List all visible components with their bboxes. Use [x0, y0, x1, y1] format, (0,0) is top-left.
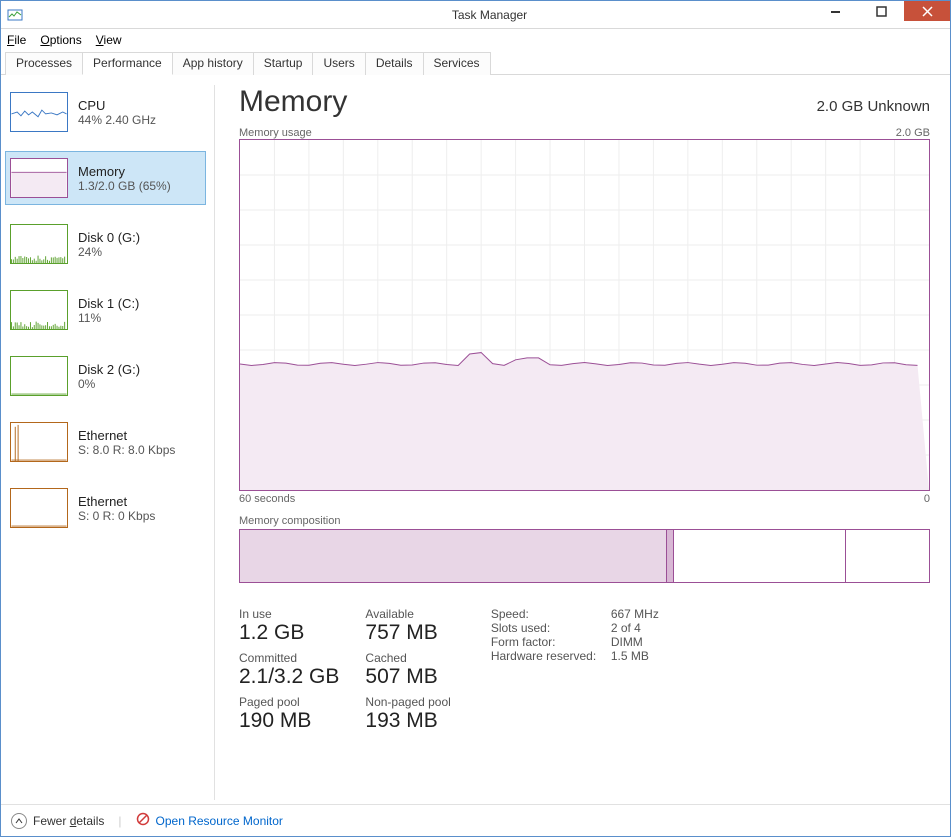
sidebar-item-name: Ethernet [78, 494, 155, 509]
menu-view[interactable]: View [96, 33, 122, 47]
separator: | [118, 814, 121, 828]
stats-block: In use 1.2 GB Available 757 MB Committed… [239, 607, 451, 733]
app-icon [7, 7, 23, 23]
committed-value: 2.1/3.2 GB [239, 665, 339, 689]
thumbnail-chart [10, 158, 68, 198]
maximize-button[interactable] [858, 1, 904, 21]
thumbnail-chart [10, 290, 68, 330]
sidebar-item-name: Disk 1 (C:) [78, 296, 139, 311]
hw-key: Hardware reserved: [491, 649, 611, 663]
sidebar: CPU 44% 2.40 GHz Memory 1.3/2.0 GB (65%)… [5, 85, 215, 800]
sidebar-item-sub: 11% [78, 311, 139, 325]
tab-services[interactable]: Services [423, 52, 491, 75]
close-button[interactable] [904, 1, 950, 21]
sidebar-item-disk-1-c-[interactable]: Disk 1 (C:) 11% [5, 283, 206, 337]
in-use-label: In use [239, 607, 339, 621]
menu-file[interactable]: File [7, 33, 26, 47]
chart-axis-left: 60 seconds [239, 493, 295, 505]
tab-performance[interactable]: Performance [82, 52, 173, 75]
sidebar-item-name: Disk 2 (G:) [78, 362, 140, 377]
chart-label-left: Memory usage [239, 127, 312, 139]
tab-startup[interactable]: Startup [253, 52, 314, 75]
sidebar-item-disk-0-g-[interactable]: Disk 0 (G:) 24% [5, 217, 206, 271]
resource-monitor-label: Open Resource Monitor [156, 814, 283, 828]
sidebar-item-name: Ethernet [78, 428, 175, 443]
composition-segment-free [846, 530, 929, 582]
slots-key: Slots used: [491, 621, 611, 635]
committed-label: Committed [239, 651, 339, 665]
thumbnail-chart [10, 356, 68, 396]
chart-axis-right: 0 [924, 493, 930, 505]
nonpaged-label: Non-paged pool [365, 695, 450, 709]
tab-processes[interactable]: Processes [5, 52, 83, 75]
composition-segment-modified [667, 530, 674, 582]
thumbnail-chart [10, 92, 68, 132]
tab-bar: ProcessesPerformanceApp historyStartupUs… [1, 51, 950, 75]
sidebar-item-sub: 24% [78, 245, 140, 259]
composition-segment-in_use [240, 530, 667, 582]
tab-details[interactable]: Details [365, 52, 424, 75]
composition-segment-standby [674, 530, 846, 582]
tab-users[interactable]: Users [312, 52, 365, 75]
title-bar: Task Manager [1, 1, 950, 29]
speed-key: Speed: [491, 607, 611, 621]
available-value: 757 MB [365, 621, 450, 645]
sidebar-item-sub: S: 8.0 R: 8.0 Kbps [78, 443, 175, 457]
menu-bar: File Options View [1, 29, 950, 51]
sidebar-item-name: Memory [78, 164, 171, 179]
sidebar-item-ethernet[interactable]: Ethernet S: 0 R: 0 Kbps [5, 481, 206, 535]
resource-monitor-icon [136, 812, 150, 829]
sidebar-item-cpu[interactable]: CPU 44% 2.40 GHz [5, 85, 206, 139]
meta-block: Speed:667 MHz Slots used:2 of 4 Form fac… [491, 607, 659, 733]
minimize-button[interactable] [812, 1, 858, 21]
sidebar-item-sub: 1.3/2.0 GB (65%) [78, 179, 171, 193]
thumbnail-chart [10, 488, 68, 528]
sidebar-item-sub: 0% [78, 377, 140, 391]
sidebar-item-name: CPU [78, 98, 156, 113]
nonpaged-value: 193 MB [365, 709, 450, 733]
main-panel: Memory 2.0 GB Unknown Memory usage 2.0 G… [215, 85, 940, 800]
cached-label: Cached [365, 651, 450, 665]
thumbnail-chart [10, 224, 68, 264]
fewer-details-button[interactable]: Fewer details [11, 813, 104, 829]
slots-val: 2 of 4 [611, 621, 641, 635]
speed-val: 667 MHz [611, 607, 659, 621]
form-key: Form factor: [491, 635, 611, 649]
memory-usage-chart[interactable] [239, 139, 930, 491]
sidebar-item-sub: 44% 2.40 GHz [78, 113, 156, 127]
menu-options[interactable]: Options [40, 33, 81, 47]
in-use-value: 1.2 GB [239, 621, 339, 645]
footer: Fewer details | Open Resource Monitor [1, 804, 950, 836]
paged-value: 190 MB [239, 709, 339, 733]
composition-label: Memory composition [239, 515, 930, 527]
sidebar-item-sub: S: 0 R: 0 Kbps [78, 509, 155, 523]
sidebar-item-disk-2-g-[interactable]: Disk 2 (G:) 0% [5, 349, 206, 403]
sidebar-item-name: Disk 0 (G:) [78, 230, 140, 245]
sidebar-item-ethernet[interactable]: Ethernet S: 8.0 R: 8.0 Kbps [5, 415, 206, 469]
paged-label: Paged pool [239, 695, 339, 709]
tab-app-history[interactable]: App history [172, 52, 254, 75]
available-label: Available [365, 607, 450, 621]
sidebar-item-memory[interactable]: Memory 1.3/2.0 GB (65%) [5, 151, 206, 205]
memory-composition-bar[interactable] [239, 529, 930, 583]
hw-val: 1.5 MB [611, 649, 649, 663]
memory-spec: 2.0 GB Unknown [817, 98, 930, 115]
chevron-up-icon [11, 813, 27, 829]
chart-label-right: 2.0 GB [896, 127, 930, 139]
form-val: DIMM [611, 635, 643, 649]
cached-value: 507 MB [365, 665, 450, 689]
open-resource-monitor-link[interactable]: Open Resource Monitor [136, 812, 283, 829]
panel-title: Memory [239, 85, 347, 119]
thumbnail-chart [10, 422, 68, 462]
